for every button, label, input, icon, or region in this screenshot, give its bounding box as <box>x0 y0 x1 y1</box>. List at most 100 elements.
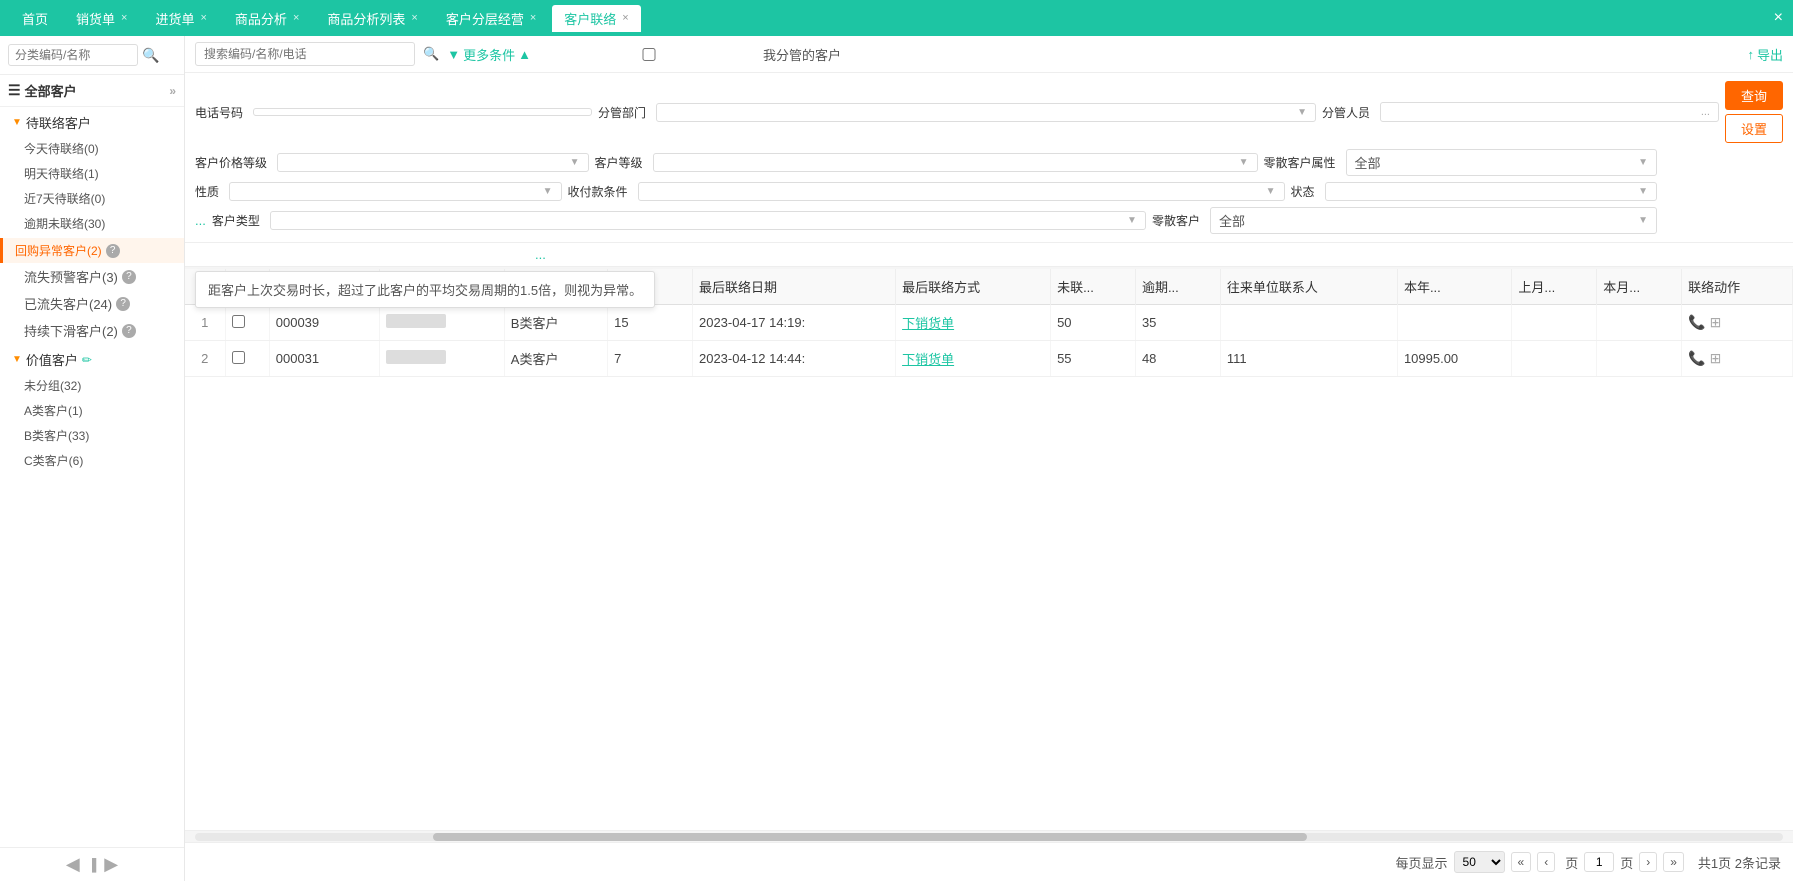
row2-last-method[interactable]: 下销货单 <box>896 341 1051 377</box>
scrollbar-thumb[interactable] <box>433 833 1306 841</box>
sidebar: 🔍 ☰ 全部客户 » ▼ 待联络客户 今天待联络(0) 明天待联络(1) 近7天… <box>0 36 185 881</box>
sidebar-item-today[interactable]: 今天待联络(0) <box>0 136 184 161</box>
sidebar-all-customers[interactable]: ☰ 全部客户 » <box>0 75 184 107</box>
nav-tab-sales[interactable]: 销货单 × <box>64 5 139 32</box>
edit-value-group-icon[interactable]: ✏ <box>82 353 92 367</box>
row1-type: B类客户 <box>504 305 607 341</box>
action-phone-icon-2[interactable]: 📞 <box>1688 350 1705 367</box>
horizontal-scrollbar[interactable] <box>185 830 1793 842</box>
payment-field[interactable]: ▼ <box>638 182 1285 201</box>
collapse-icon: » <box>169 84 176 98</box>
sidebar-item-class-c[interactable]: C类客户(6) <box>0 448 184 473</box>
sidebar-item-repurchase[interactable]: 回购异常客户(2) ? <box>0 238 184 263</box>
close-icon[interactable]: × <box>411 12 417 24</box>
page-size-select[interactable]: 50 20 100 <box>1454 851 1505 873</box>
sidebar-item-overdue[interactable]: 逾期未联络(30) <box>0 211 184 236</box>
sidebar-group-value-title[interactable]: ▼ 价值客户 ✏ <box>0 346 184 373</box>
tooltip-ellipsis[interactable]: ... <box>535 247 546 262</box>
more-conditions-btn[interactable]: ▼ 更多条件 ▲ <box>447 45 531 64</box>
sidebar-item-class-a[interactable]: A类客户(1) <box>0 398 184 423</box>
col-header-this-month: 本月... <box>1597 269 1682 305</box>
sidebar-group-pending-title[interactable]: ▼ 待联络客户 <box>0 109 184 136</box>
sidebar-search-icon[interactable]: 🔍 <box>142 47 159 64</box>
info-icon-churned[interactable]: ? <box>116 297 130 311</box>
sidebar-item-class-b[interactable]: B类客户(33) <box>0 423 184 448</box>
main-search-input[interactable] <box>195 42 415 66</box>
close-icon[interactable]: × <box>121 12 127 24</box>
col-header-last-contact-date: 最后联络日期 <box>692 269 895 305</box>
person-field[interactable]: ... <box>1380 102 1719 122</box>
prev-page-btn[interactable]: ‹ <box>1537 852 1555 872</box>
sidebar-item-7days[interactable]: 近7天待联络(0) <box>0 186 184 211</box>
row1-contact: 15 <box>608 305 693 341</box>
action-more-icon-1[interactable]: ⊞ <box>1710 314 1722 331</box>
sidebar-item-ungrouped[interactable]: 未分组(32) <box>0 373 184 398</box>
row2-select[interactable] <box>232 351 245 364</box>
info-icon-repurchase[interactable]: ? <box>106 244 120 258</box>
nav-tab-product-analysis[interactable]: 商品分析 × <box>223 5 311 32</box>
sidebar-scroll-left[interactable]: ◀ <box>66 854 80 875</box>
nav-tab-customer-contact[interactable]: 客户联络 × <box>552 5 640 32</box>
gender-field[interactable]: ▼ <box>229 182 561 201</box>
nav-tab-home[interactable]: 首页 <box>10 5 60 32</box>
close-icon[interactable]: × <box>530 12 536 24</box>
row1-select[interactable] <box>232 315 245 328</box>
info-icon-churn[interactable]: ? <box>122 270 136 284</box>
main-search-icon[interactable]: 🔍 <box>423 46 439 62</box>
blurred-name <box>386 350 446 364</box>
adv-filter-row3: 性质 ▼ 收付款条件 ▼ 状态 ▼ <box>195 182 1783 201</box>
close-icon[interactable]: × <box>293 12 299 24</box>
row1-checkbox[interactable] <box>225 305 269 341</box>
my-customers-checkbox-label: 我分管的客户 <box>539 45 841 64</box>
blurred-name <box>386 314 446 328</box>
row1-last-method[interactable]: 下销货单 <box>896 305 1051 341</box>
sidebar-search-input[interactable] <box>8 44 138 66</box>
customer-grade-field[interactable]: ▼ <box>653 153 1258 172</box>
dropdown-arrow: ▼ <box>1297 107 1307 118</box>
sidebar-scroll-right[interactable]: ▶ <box>104 854 118 875</box>
advanced-filter: 电话号码 分管部门 ▼ 分管人员 ... 查询 设置 客户价格等级 <box>185 73 1793 243</box>
sidebar-body: ☰ 全部客户 » ▼ 待联络客户 今天待联络(0) 明天待联络(1) 近7天待联… <box>0 75 184 847</box>
ellipsis-btn[interactable]: ... <box>1701 106 1710 118</box>
sidebar-item-churn-warning[interactable]: 流失预警客户(3) ? <box>0 263 184 290</box>
export-btn[interactable]: ↑ 导出 <box>1747 45 1783 64</box>
price-grade-field[interactable]: ▼ <box>277 153 588 172</box>
row2-this-month <box>1597 341 1682 377</box>
next-page-btn[interactable]: › <box>1639 852 1657 872</box>
sidebar-item-declining[interactable]: 持续下滑客户(2) ? <box>0 317 184 344</box>
page-number-input[interactable] <box>1584 852 1614 872</box>
ellipsis-more-btn[interactable]: ... <box>195 213 206 228</box>
first-page-btn[interactable]: « <box>1511 852 1532 872</box>
last-page-btn[interactable]: » <box>1663 852 1684 872</box>
close-all-button[interactable]: × <box>1774 9 1783 27</box>
table-row: 2 000031 A类客户 7 2023-04-12 14:44: 下销货单 5… <box>185 341 1793 377</box>
status-field[interactable]: ▼ <box>1325 182 1657 201</box>
set-btn[interactable]: 设置 <box>1725 114 1783 143</box>
retail-customer-field[interactable]: 全部 ▼ <box>1210 207 1657 234</box>
retail-attr-field[interactable]: 全部 ▼ <box>1346 149 1657 176</box>
row1-last-date: 2023-04-17 14:19: <box>692 305 895 341</box>
sidebar-item-churned[interactable]: 已流失客户(24) ? <box>0 290 184 317</box>
my-customers-checkbox[interactable] <box>539 48 759 61</box>
action-more-icon-2[interactable]: ⊞ <box>1710 350 1722 367</box>
phone-field[interactable] <box>253 108 592 116</box>
nav-tab-product-list[interactable]: 商品分析列表 × <box>315 5 429 32</box>
customer-type-field[interactable]: ▼ <box>270 211 1146 230</box>
col-header-last-month: 上月... <box>1512 269 1597 305</box>
link-sales-order-2[interactable]: 下销货单 <box>902 352 954 367</box>
close-icon[interactable]: × <box>622 12 628 24</box>
col-header-this-year: 本年... <box>1397 269 1511 305</box>
sidebar-item-tomorrow[interactable]: 明天待联络(1) <box>0 161 184 186</box>
dept-field[interactable]: ▼ <box>656 103 1316 122</box>
row2-checkbox[interactable] <box>225 341 269 377</box>
info-icon-declining[interactable]: ? <box>122 324 136 338</box>
nav-tab-customer-tier[interactable]: 客户分层经营 × <box>434 5 548 32</box>
link-sales-order-1[interactable]: 下销货单 <box>902 316 954 331</box>
query-btn[interactable]: 查询 <box>1725 81 1783 110</box>
row2-actions: 📞 ⊞ <box>1682 341 1793 377</box>
close-icon[interactable]: × <box>200 12 206 24</box>
filter-bar: 🔍 ▼ 更多条件 ▲ 我分管的客户 ↑ 导出 <box>185 36 1793 73</box>
nav-tab-purchase[interactable]: 进货单 × <box>143 5 218 32</box>
col-header-actions: 联络动作 <box>1682 269 1793 305</box>
action-phone-icon-1[interactable]: 📞 <box>1688 314 1705 331</box>
